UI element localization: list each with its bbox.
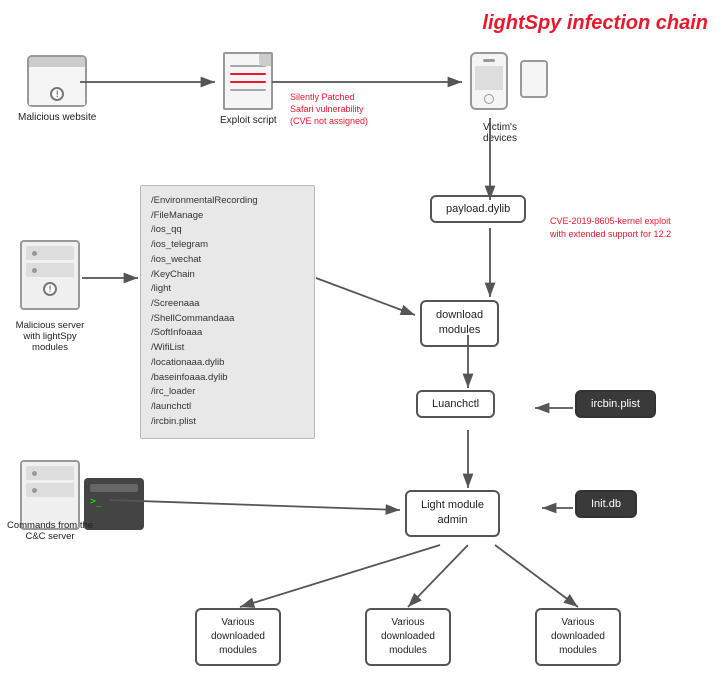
init-db-label: Init.db xyxy=(575,490,637,518)
malicious-website-label: Malicious website xyxy=(18,112,96,123)
exploit-script-node: Exploit script xyxy=(220,52,277,126)
server-slab-2 xyxy=(26,263,74,277)
light-module-label: Light module admin xyxy=(405,490,500,537)
download-modules-label: download modules xyxy=(420,300,499,347)
server-slab-b2 xyxy=(26,483,74,497)
browser-icon: ! xyxy=(27,55,87,107)
list-item: /irc_loader xyxy=(151,385,304,400)
list-item: /ios_qq xyxy=(151,223,304,238)
list-item: /ios_wechat xyxy=(151,253,304,268)
list-item: /WifiList xyxy=(151,341,304,356)
exploit-script-label: Exploit script xyxy=(220,115,277,126)
phone-icon xyxy=(470,52,508,110)
doc-fold xyxy=(259,54,271,66)
init-db-box: Init.db xyxy=(575,490,637,518)
arrows-overlay: Silently Patched Safari vulnerability (C… xyxy=(0,0,728,700)
doc-line-3 xyxy=(230,81,266,83)
terminal-top-bar xyxy=(90,484,138,492)
svg-text:Silently Patched: Silently Patched xyxy=(290,92,355,102)
cc-server-label: Commands from the C&C server xyxy=(5,520,95,542)
server-mid-label: Malicious server with lightSpy modules xyxy=(10,320,90,353)
doc-line-2 xyxy=(230,73,266,75)
ircbin-label: ircbin.plist xyxy=(575,390,656,418)
list-item: /KeyChain xyxy=(151,268,304,283)
main-container: lightSpy infection chain ! Malicious web… xyxy=(0,0,728,700)
phone-home xyxy=(484,94,494,104)
ircbin-box: ircbin.plist xyxy=(575,390,656,418)
light-module-box: Light module admin xyxy=(405,490,500,537)
phone-screen xyxy=(475,66,502,90)
payload-label: payload.dylib xyxy=(430,195,526,223)
doc-line-4 xyxy=(230,89,266,91)
payload-box: payload.dylib xyxy=(430,195,526,223)
exclaim-icon: ! xyxy=(50,87,64,101)
server-exclaim: ! xyxy=(43,282,57,296)
luanchctl-label: Luanchctl xyxy=(416,390,495,418)
victims-devices-label: Victim's devices xyxy=(465,122,535,144)
browser-top-bar xyxy=(29,57,85,67)
document-icon xyxy=(223,52,273,110)
downloaded-modules-box-1: Various downloaded modules xyxy=(195,608,281,666)
list-item: /EnvironmentalRecording xyxy=(151,194,304,209)
list-item: /ShellCommandaaa xyxy=(151,312,304,327)
server-icon-mid: ! xyxy=(20,240,80,310)
server-dot-1 xyxy=(32,251,37,256)
victims-devices-node: Victim's devices xyxy=(465,52,535,144)
luanchctl-box: Luanchctl xyxy=(416,390,495,418)
downloaded-modules-box-3: Various downloaded modules xyxy=(535,608,621,666)
page-title: lightSpy infection chain xyxy=(482,12,708,35)
list-item: /baseinfoaaa.dylib xyxy=(151,371,304,386)
svg-text:(CVE not assigned): (CVE not assigned) xyxy=(290,116,368,126)
terminal-text: >_ xyxy=(90,496,138,507)
server-slab-1 xyxy=(26,246,74,260)
cve-annotation: CVE-2019-8605-kernel exploit with extend… xyxy=(550,215,680,240)
malicious-website-node: ! Malicious website xyxy=(18,55,96,123)
dl-label-2: Various downloaded modules xyxy=(365,608,451,666)
list-item: /Screenaaa xyxy=(151,297,304,312)
list-item: /ircbin.plist xyxy=(151,415,304,430)
list-item: /FileManage xyxy=(151,209,304,224)
download-modules-box: download modules xyxy=(420,300,499,347)
list-item: /launchctl xyxy=(151,400,304,415)
module-list-box: /EnvironmentalRecording /FileManage /ios… xyxy=(140,185,315,439)
list-item: /light xyxy=(151,282,304,297)
server-dot-b2 xyxy=(32,488,37,493)
svg-text:Safari vulnerability: Safari vulnerability xyxy=(290,104,364,114)
server-dot-2 xyxy=(32,268,37,273)
server-dot-b1 xyxy=(32,471,37,476)
list-item: /locationaaa.dylib xyxy=(151,356,304,371)
browser-body: ! xyxy=(29,67,85,105)
list-item: /SoftInfoaaa xyxy=(151,326,304,341)
dl-label-1: Various downloaded modules xyxy=(195,608,281,666)
dl-label-3: Various downloaded modules xyxy=(535,608,621,666)
tablet-icon xyxy=(520,60,548,98)
phone-notch xyxy=(483,59,495,62)
downloaded-modules-box-2: Various downloaded modules xyxy=(365,608,451,666)
server-slab-b1 xyxy=(26,466,74,480)
server-mid-node: ! xyxy=(20,240,80,310)
list-item: /ios_telegram xyxy=(151,238,304,253)
